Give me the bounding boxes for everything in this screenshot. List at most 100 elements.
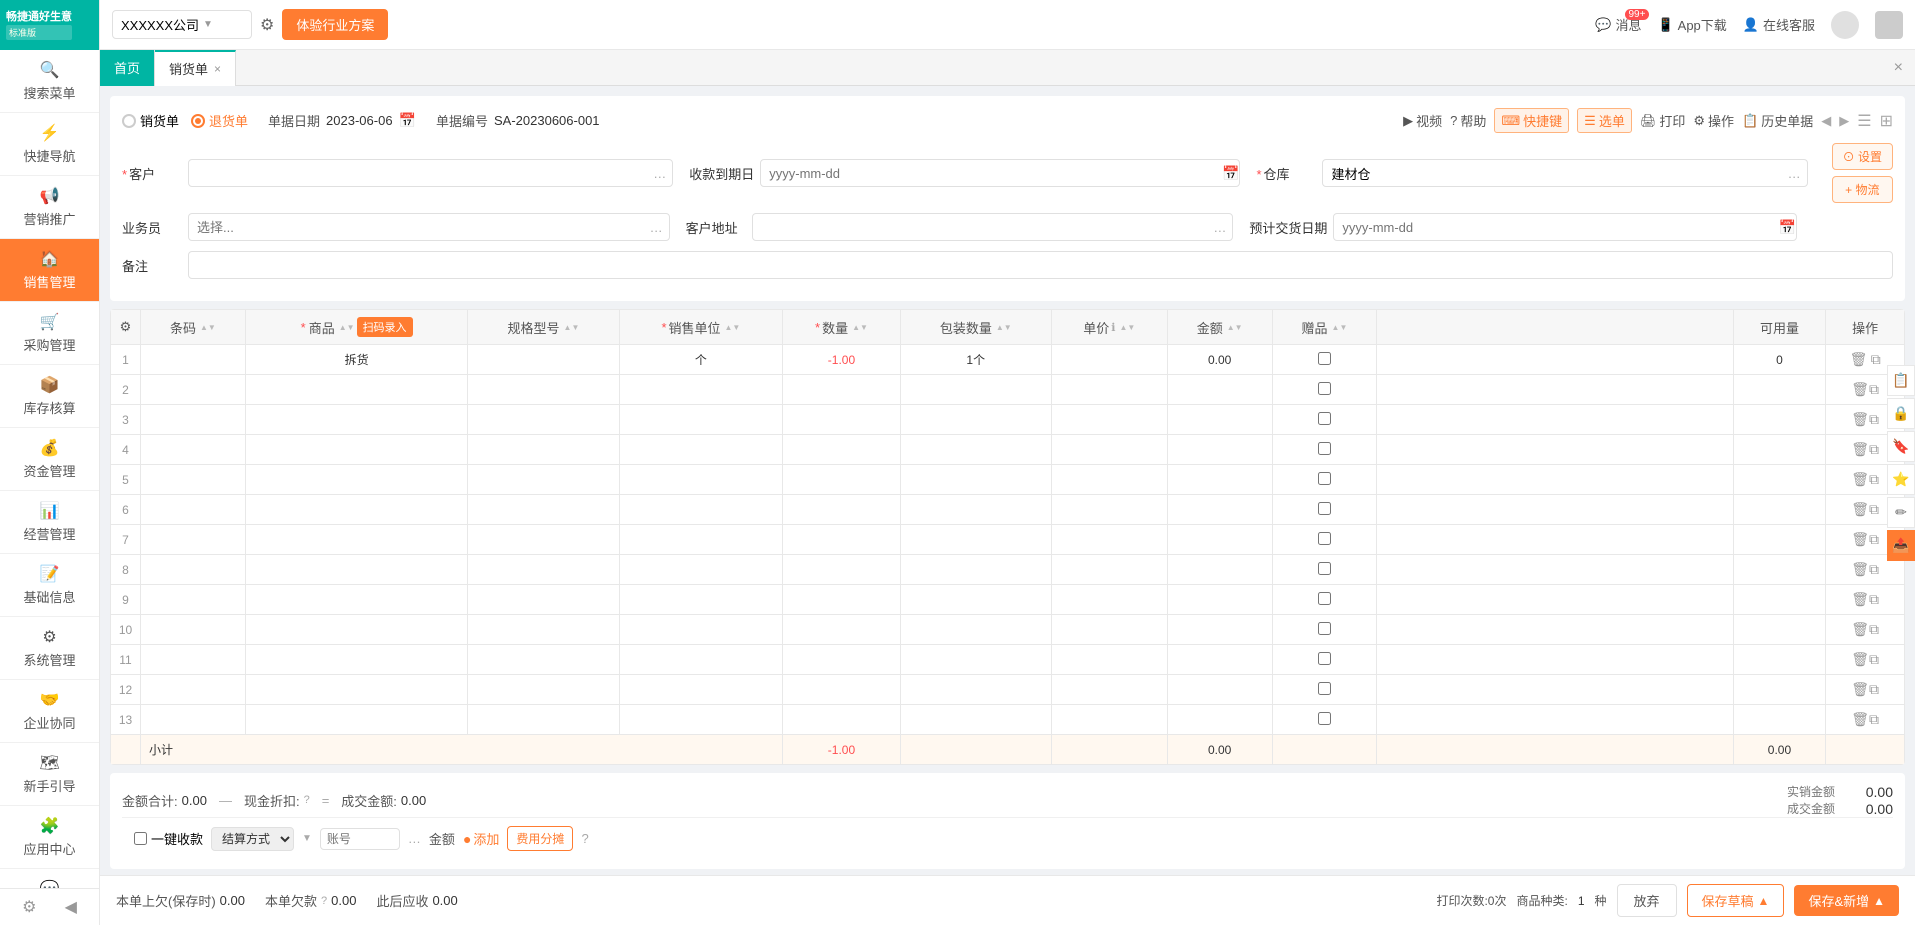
print-btn[interactable]: 🖨 打印: [1640, 111, 1686, 130]
customer-addr-wrapper[interactable]: …: [752, 213, 1234, 241]
receive-date-input[interactable]: [761, 160, 1222, 186]
copy-row-btn[interactable]: ⧉: [1869, 591, 1879, 608]
customer-input-wrapper[interactable]: …: [188, 159, 673, 187]
delete-row-btn[interactable]: 🗑: [1851, 501, 1869, 518]
gift-checkbox[interactable]: [1318, 712, 1331, 725]
th-unit[interactable]: *销售单位▲▼: [619, 310, 783, 345]
float-notes-btn[interactable]: 📋: [1887, 365, 1915, 396]
app-download-button[interactable]: 📱 App下载: [1657, 15, 1726, 34]
copy-row-btn[interactable]: ⧉: [1869, 471, 1879, 488]
customer-input[interactable]: [189, 160, 647, 186]
sidebar-item-wechat[interactable]: 💬 企业微信: [0, 869, 99, 888]
row-spec[interactable]: [468, 345, 619, 375]
settings-icon[interactable]: ⚙: [22, 897, 36, 917]
gift-checkbox[interactable]: [1318, 472, 1331, 485]
save-new-button[interactable]: 保存&新增 ▲: [1794, 885, 1899, 916]
copy-row-btn[interactable]: ⧉: [1869, 381, 1879, 398]
th-qty[interactable]: *数量▲▼: [783, 310, 900, 345]
row-remark[interactable]: [1377, 345, 1733, 375]
customer-addr-dots-btn[interactable]: …: [1207, 220, 1232, 235]
gift-checkbox[interactable]: [1318, 412, 1331, 425]
gift-checkbox[interactable]: [1318, 352, 1331, 365]
remark-wrapper[interactable]: [188, 251, 1893, 279]
sidebar-item-finance[interactable]: 💰 资金管理: [0, 428, 99, 491]
float-star-btn[interactable]: ⭐: [1887, 464, 1915, 495]
copy-row-btn[interactable]: ⧉: [1869, 561, 1879, 578]
delete-row-btn[interactable]: 🗑: [1851, 381, 1869, 398]
filter-btn[interactable]: ☰ 选单: [1577, 108, 1632, 133]
row-barcode[interactable]: [141, 345, 246, 375]
abandon-button[interactable]: 放弃: [1617, 884, 1677, 917]
radio-sales-order[interactable]: 销货单: [122, 111, 179, 130]
row-qty[interactable]: -1.00: [783, 345, 900, 375]
price-info-icon[interactable]: ℹ: [1111, 321, 1115, 334]
th-gift[interactable]: 赠品▲▼: [1272, 310, 1377, 345]
delete-row-btn[interactable]: 🗑: [1851, 531, 1869, 548]
shortcut-btn[interactable]: ⌨ 快捷键: [1494, 108, 1569, 133]
customer-dots-btn[interactable]: …: [647, 166, 672, 181]
receive-date-calendar-icon[interactable]: 📅: [1222, 165, 1239, 182]
row-price[interactable]: [1051, 345, 1167, 375]
delete-row-btn[interactable]: 🗑: [1851, 621, 1869, 638]
scan-barcode-button[interactable]: 扫码录入: [357, 317, 413, 337]
add-payment-btn[interactable]: ● 添加: [463, 829, 499, 848]
sidebar-item-sales[interactable]: 🏠 销售管理: [0, 239, 99, 302]
delivery-calendar-icon[interactable]: 📅: [1779, 219, 1796, 236]
delete-row-btn[interactable]: 🗑: [1850, 351, 1868, 368]
sidebar-item-system[interactable]: ⚙ 系统管理: [0, 617, 99, 680]
logistics-btn[interactable]: + 物流: [1832, 176, 1893, 203]
tab-home[interactable]: 首页: [100, 50, 155, 86]
customer-addr-input[interactable]: [753, 214, 1208, 240]
row-pack-qty[interactable]: 1个: [900, 345, 1051, 375]
messages-button[interactable]: 💬 消息 99+: [1595, 15, 1641, 34]
gift-checkbox[interactable]: [1318, 382, 1331, 395]
gift-checkbox[interactable]: [1318, 562, 1331, 575]
owe-info-icon[interactable]: ?: [321, 895, 327, 907]
copy-row-btn[interactable]: ⧉: [1869, 711, 1879, 728]
delete-row-btn[interactable]: 🗑: [1851, 411, 1869, 428]
close-window-icon[interactable]: ×: [1894, 59, 1915, 77]
delete-row-btn[interactable]: 🗑: [1851, 471, 1869, 488]
sidebar-item-collab[interactable]: 🤝 企业协同: [0, 680, 99, 743]
delete-row-btn[interactable]: 🗑: [1851, 441, 1869, 458]
history-btn[interactable]: 📋 历史单据: [1742, 111, 1813, 130]
gift-checkbox[interactable]: [1318, 622, 1331, 635]
copy-row-btn[interactable]: ⧉: [1869, 621, 1879, 638]
delivery-date-wrapper[interactable]: 📅: [1333, 213, 1797, 241]
save-draft-button[interactable]: 保存草稿 ▲: [1687, 884, 1785, 917]
user-avatar[interactable]: [1831, 11, 1859, 39]
salesman-wrapper[interactable]: …: [188, 213, 670, 241]
float-upload-btn[interactable]: 📤: [1887, 530, 1915, 561]
copy-row-btn[interactable]: ⧉: [1869, 411, 1879, 428]
warehouse-wrapper[interactable]: …: [1322, 159, 1807, 187]
collapse-icon[interactable]: ◀: [65, 897, 77, 917]
row-unit[interactable]: 个: [619, 345, 783, 375]
gift-checkbox[interactable]: [1318, 682, 1331, 695]
row-amount[interactable]: 0.00: [1167, 345, 1272, 375]
company-selector[interactable]: XXXXXX公司 ▼: [112, 10, 252, 39]
discount-info-icon[interactable]: ?: [304, 794, 310, 806]
expense-split-btn[interactable]: 费用分摊: [507, 826, 573, 851]
copy-row-btn[interactable]: ⧉: [1869, 681, 1879, 698]
sidebar-item-operations[interactable]: 📊 经营管理: [0, 491, 99, 554]
radio-return-order[interactable]: 退货单: [191, 111, 248, 130]
list-view-icon[interactable]: ☰: [1857, 111, 1871, 131]
th-barcode[interactable]: 条码▲▼: [141, 310, 246, 345]
sidebar-item-guide[interactable]: 🗺 新手引导: [0, 743, 99, 806]
th-spec[interactable]: 规格型号▲▼: [468, 310, 619, 345]
gift-checkbox[interactable]: [1318, 652, 1331, 665]
one-click-checkbox[interactable]: [134, 832, 147, 845]
sidebar-item-search[interactable]: 🔍 搜索菜单: [0, 50, 99, 113]
delete-row-btn[interactable]: 🗑: [1851, 711, 1869, 728]
delete-row-btn[interactable]: 🗑: [1851, 591, 1869, 608]
th-product[interactable]: *商品▲▼ 扫码录入: [245, 310, 468, 345]
warehouse-input[interactable]: [1323, 160, 1781, 186]
th-pack-qty[interactable]: 包装数量▲▼: [900, 310, 1051, 345]
account-input[interactable]: [320, 828, 400, 850]
delivery-date-input[interactable]: [1334, 214, 1778, 240]
help-btn[interactable]: ? 帮助: [1450, 111, 1486, 130]
calc-method-select[interactable]: 结算方式: [211, 827, 294, 851]
receive-date-wrapper[interactable]: 📅: [760, 159, 1240, 187]
warehouse-dots-btn[interactable]: …: [1782, 166, 1807, 181]
nav-next-icon[interactable]: ▶: [1839, 113, 1849, 129]
